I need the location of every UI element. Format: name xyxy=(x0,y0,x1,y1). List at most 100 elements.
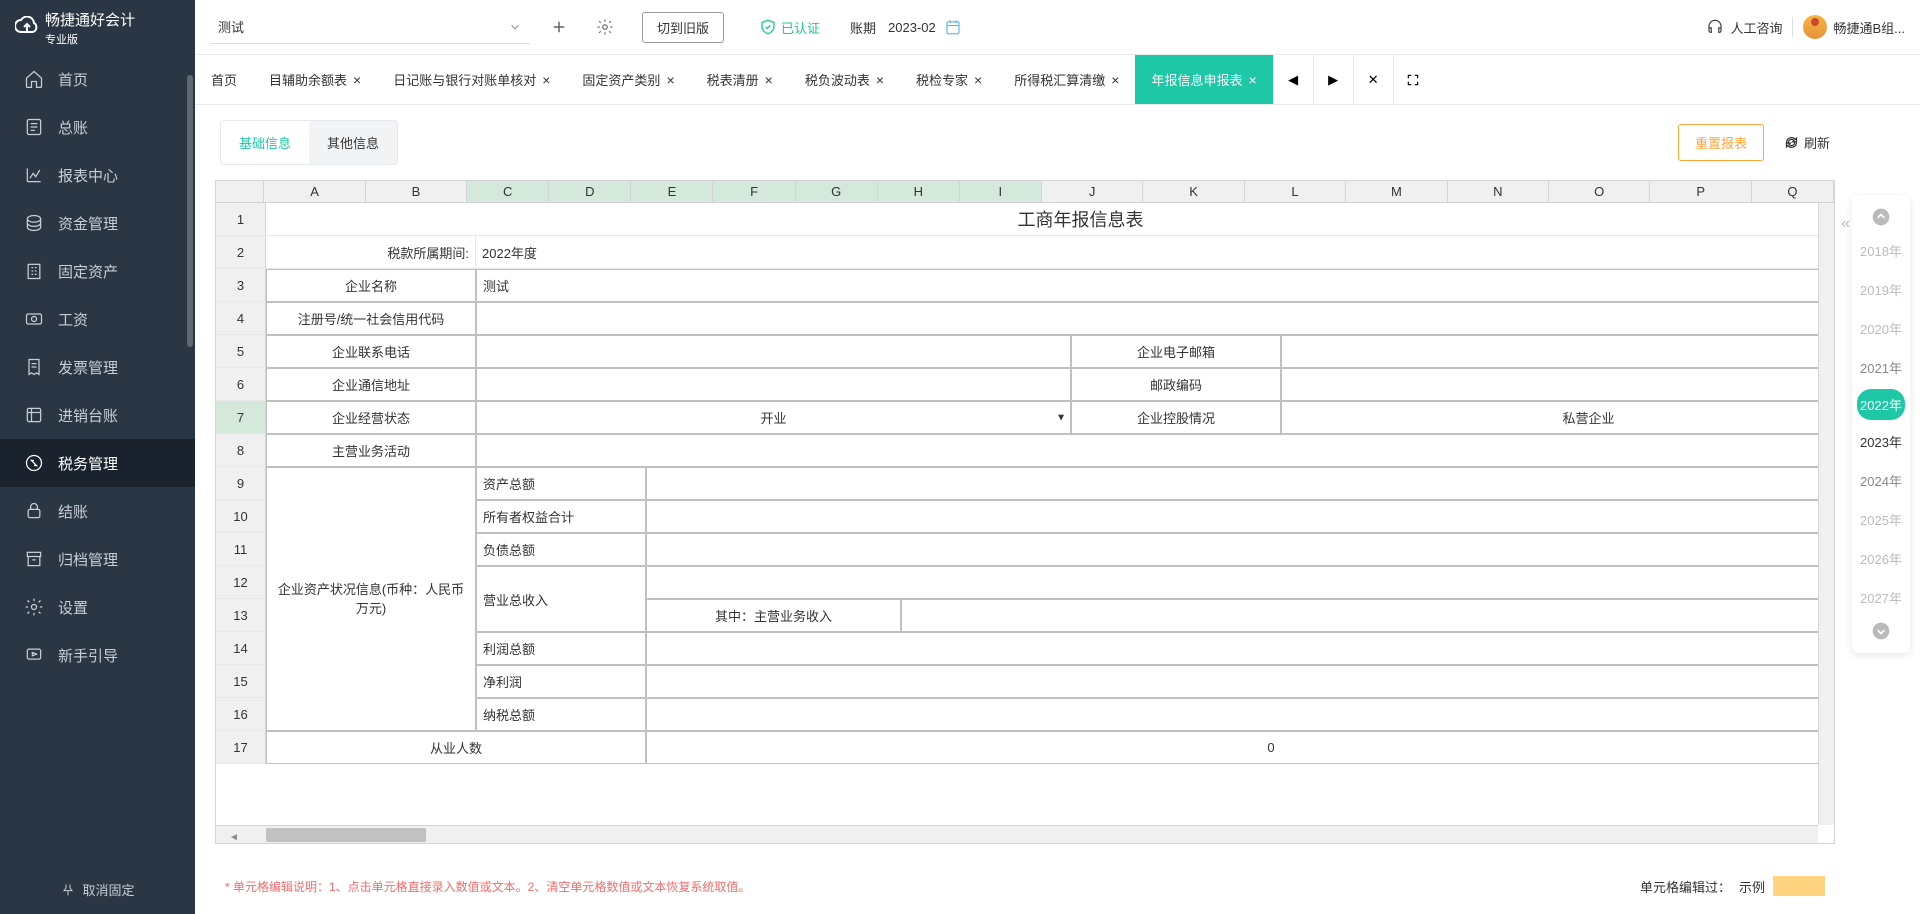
nav-funds[interactable]: 资金管理 xyxy=(0,199,195,247)
tabs-fullscreen[interactable] xyxy=(1393,55,1433,104)
row-header[interactable]: 12 xyxy=(216,566,266,599)
close-icon[interactable]: × xyxy=(974,72,982,88)
year-option[interactable]: 2019年 xyxy=(1852,270,1910,309)
switch-old-button[interactable]: 切到旧版 xyxy=(642,12,724,43)
tab-assetcat[interactable]: 固定资产类别× xyxy=(566,55,690,104)
row-header[interactable]: 14 xyxy=(216,632,266,665)
col-header[interactable]: D xyxy=(549,181,631,203)
nav-salary[interactable]: 工资 xyxy=(0,295,195,343)
col-header[interactable]: E xyxy=(631,181,713,203)
cell[interactable]: 企业名称 xyxy=(266,269,476,302)
reset-button[interactable]: 重置报表 xyxy=(1678,124,1764,161)
account-selector[interactable]: 测试 xyxy=(210,10,530,44)
cell[interactable]: 纳税总额 xyxy=(476,698,646,731)
cell[interactable]: 所有者权益合计 xyxy=(476,500,646,533)
row-header[interactable]: 13 xyxy=(216,599,266,632)
year-option[interactable]: 2020年 xyxy=(1852,309,1910,348)
close-icon[interactable]: × xyxy=(542,72,550,88)
unpin-button[interactable]: 取消固定 xyxy=(0,880,195,899)
cell[interactable] xyxy=(476,335,1071,368)
nav-ledger[interactable]: 总账 xyxy=(0,103,195,151)
cell[interactable]: 企业联系电话 xyxy=(266,335,476,368)
row-header[interactable]: 5 xyxy=(216,335,266,368)
row-header[interactable]: 17 xyxy=(216,731,266,764)
row-header[interactable]: 15 xyxy=(216,665,266,698)
col-header[interactable]: F xyxy=(713,181,795,203)
col-header[interactable]: B xyxy=(366,181,467,203)
user-menu[interactable]: 畅捷通B组... xyxy=(1803,15,1905,39)
col-header[interactable]: J xyxy=(1042,181,1143,203)
year-option[interactable]: 2025年 xyxy=(1852,500,1910,539)
row-header[interactable]: 10 xyxy=(216,500,266,533)
nav-settings[interactable]: 设置 xyxy=(0,583,195,631)
cell[interactable] xyxy=(1281,368,1834,401)
cell[interactable] xyxy=(1281,335,1834,368)
cell[interactable]: 资产总额 xyxy=(476,467,646,500)
calendar-icon[interactable] xyxy=(944,18,962,36)
tabs-next[interactable]: ▶ xyxy=(1313,55,1353,104)
year-option[interactable]: 2021年 xyxy=(1852,348,1910,387)
cell[interactable]: 2022年度 xyxy=(476,236,1834,269)
cell[interactable] xyxy=(646,632,1834,665)
year-down[interactable] xyxy=(1852,617,1910,645)
cell[interactable]: 从业人数 xyxy=(266,731,646,764)
cell[interactable]: 企业通信地址 xyxy=(266,368,476,401)
cell[interactable] xyxy=(901,599,1834,632)
tab-bankrecon[interactable]: 日记账与银行对账单核对× xyxy=(377,55,566,104)
dropdown-icon[interactable]: ▼ xyxy=(1056,412,1066,423)
row-header[interactable]: 3 xyxy=(216,269,266,302)
close-icon[interactable]: × xyxy=(353,72,361,88)
cell[interactable]: 其中：主营业务收入 xyxy=(646,599,901,632)
cell[interactable]: 邮政编码 xyxy=(1071,368,1281,401)
row-header[interactable]: 6 xyxy=(216,368,266,401)
col-header[interactable]: A xyxy=(264,181,365,203)
cell[interactable]: 企业电子邮箱 xyxy=(1071,335,1281,368)
col-header[interactable]: C xyxy=(467,181,549,203)
cell[interactable] xyxy=(646,665,1834,698)
cell[interactable]: 负债总额 xyxy=(476,533,646,566)
nav-closing[interactable]: 结账 xyxy=(0,487,195,535)
cell[interactable]: 净利润 xyxy=(476,665,646,698)
nav-guide[interactable]: 新手引导 xyxy=(0,631,195,679)
col-header[interactable]: P xyxy=(1650,181,1751,203)
sheet-tab-nav[interactable]: ◄ xyxy=(216,825,266,843)
cell[interactable] xyxy=(646,467,1834,500)
nav-reports[interactable]: 报表中心 xyxy=(0,151,195,199)
nav-inventory[interactable]: 进销台账 xyxy=(0,391,195,439)
cell[interactable]: 营业总收入 xyxy=(476,566,646,632)
cell[interactable] xyxy=(476,302,1834,335)
horizontal-scrollbar[interactable] xyxy=(266,825,1818,843)
col-header[interactable]: H xyxy=(878,181,960,203)
row-header[interactable]: 1 xyxy=(216,203,266,236)
cell[interactable] xyxy=(646,698,1834,731)
tab-taxfluct[interactable]: 税负波动表× xyxy=(789,55,900,104)
tab-balance[interactable]: 目辅助余额表× xyxy=(253,55,377,104)
year-option-active[interactable]: 2022年 xyxy=(1857,389,1905,420)
col-header[interactable]: M xyxy=(1346,181,1447,203)
year-option[interactable]: 2018年 xyxy=(1852,231,1910,270)
vertical-scrollbar[interactable] xyxy=(1818,203,1834,825)
subtab-basic[interactable]: 基础信息 xyxy=(221,121,309,164)
row-header[interactable]: 8 xyxy=(216,434,266,467)
col-header[interactable]: K xyxy=(1143,181,1244,203)
close-icon[interactable]: × xyxy=(765,72,773,88)
nav-tax[interactable]: 税务管理 xyxy=(0,439,195,487)
select-all-corner[interactable] xyxy=(216,181,264,203)
refresh-button[interactable]: 刷新 xyxy=(1784,133,1830,152)
cell[interactable]: 税款所属期间: xyxy=(266,236,476,269)
row-header[interactable]: 9 xyxy=(216,467,266,500)
col-header[interactable]: N xyxy=(1448,181,1549,203)
active-cell-dropdown[interactable]: 开业▼ xyxy=(476,401,1071,434)
tabs-prev[interactable]: ◀ xyxy=(1273,55,1313,104)
tab-incometax[interactable]: 所得税汇算清缴× xyxy=(998,55,1135,104)
cell[interactable]: 测试 xyxy=(476,269,1834,302)
col-header[interactable]: G xyxy=(796,181,878,203)
year-option[interactable]: 2023年 xyxy=(1852,422,1910,461)
cell-merged[interactable]: 企业资产状况信息(币种：人民币万元) xyxy=(266,467,476,731)
col-header[interactable]: I xyxy=(960,181,1042,203)
year-option[interactable]: 2024年 xyxy=(1852,461,1910,500)
cell[interactable]: 企业控股情况 xyxy=(1071,401,1281,434)
row-header[interactable]: 2 xyxy=(216,236,266,269)
cell[interactable]: 0 xyxy=(646,731,1834,764)
add-button[interactable] xyxy=(542,10,576,44)
